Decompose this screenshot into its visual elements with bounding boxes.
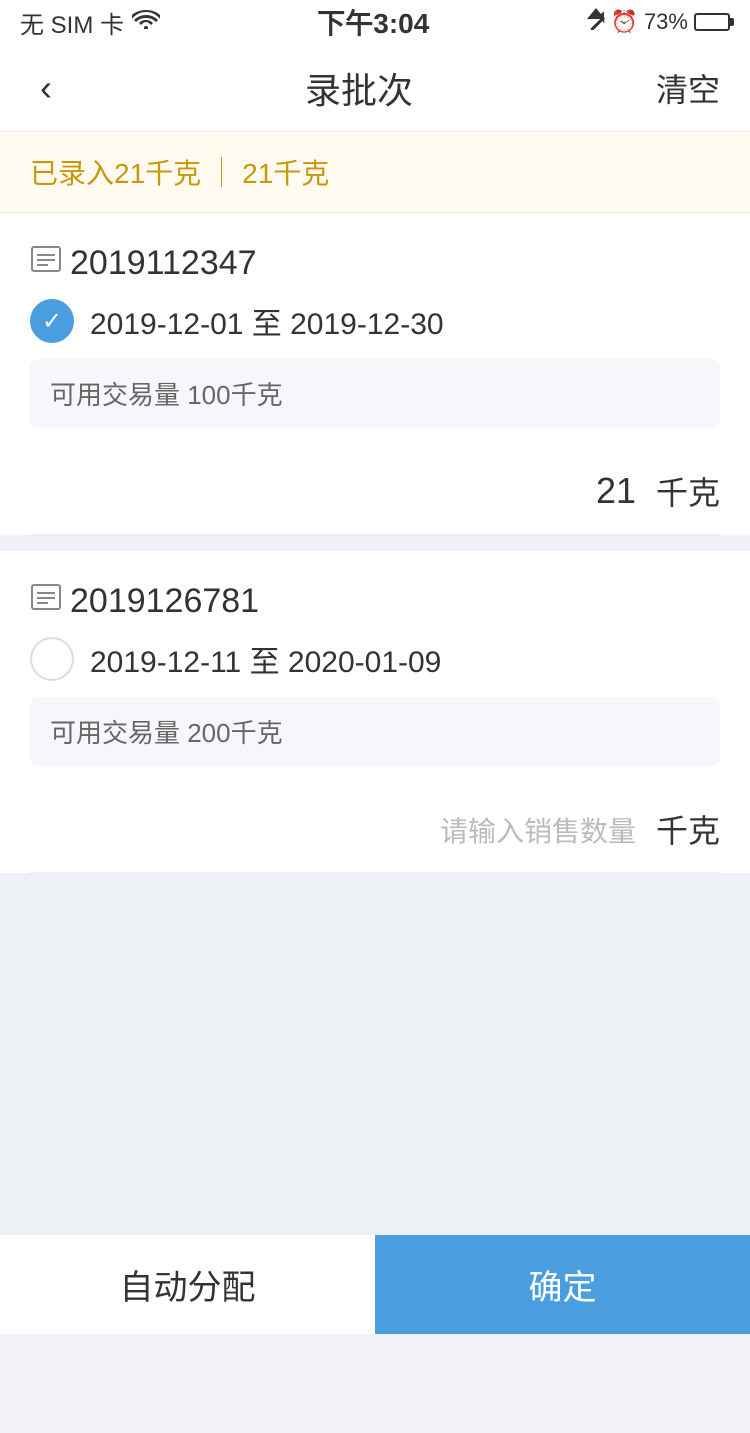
status-right: ⏰ 73%: [587, 8, 730, 36]
page-title: 录批次: [305, 62, 413, 114]
batch-2-available-qty: 可用交易量 200千克: [30, 697, 720, 766]
status-bar: 无 SIM 卡 下午3:04 ⏰ 73%: [0, 0, 750, 44]
batch-1-date-row: ✓ 2019-12-01 至 2019-12-30: [30, 299, 720, 343]
batch-1-icon: [30, 243, 62, 283]
batch-1-unit: 千克: [656, 468, 720, 514]
location-icon: [587, 8, 605, 36]
batch-1-checkmark: ✓: [42, 307, 62, 336]
batch-1-quantity-input[interactable]: [436, 470, 636, 512]
nav-bar: ‹ 录批次 清空: [0, 44, 750, 132]
batch-1-available-qty: 可用交易量 100千克: [30, 359, 720, 428]
alarm-icon: ⏰: [611, 9, 638, 35]
battery-percent: 73%: [644, 9, 688, 35]
batch-2-quantity-input[interactable]: [436, 808, 636, 850]
banner-divider: [221, 157, 222, 187]
batch-2-date-range: 2019-12-11 至 2020-01-09: [90, 637, 441, 681]
batch-1-radio[interactable]: ✓: [30, 299, 74, 343]
status-left: 无 SIM 卡: [20, 5, 160, 40]
recorded-label: 已录入21千克: [30, 152, 201, 192]
batch-2-header: 2019126781: [30, 581, 720, 621]
battery-icon: [694, 13, 730, 31]
batch-2-radio[interactable]: [30, 637, 74, 681]
batch-card-2: 2019126781 2019-12-11 至 2020-01-09 可用交易量…: [0, 551, 750, 873]
batch-2-icon: [30, 581, 62, 621]
batch-2-quantity-row: 千克: [30, 786, 720, 873]
confirm-button[interactable]: 确定: [375, 1235, 750, 1334]
batch-1-quantity-row: 千克: [30, 448, 720, 535]
clear-button[interactable]: 清空: [656, 65, 720, 111]
batch-2-id: 2019126781: [70, 582, 259, 621]
auto-distribute-button[interactable]: 自动分配: [0, 1235, 375, 1334]
wifi-icon: [132, 8, 160, 36]
batch-2-unit: 千克: [656, 806, 720, 852]
batch-1-id: 2019112347: [70, 244, 257, 283]
section-divider-1: [0, 535, 750, 551]
carrier-text: 无 SIM 卡: [20, 5, 124, 40]
bottom-bar: 自动分配 确定: [0, 1234, 750, 1334]
batch-1-date-range: 2019-12-01 至 2019-12-30: [90, 299, 444, 343]
info-banner: 已录入21千克 21千克: [0, 132, 750, 213]
back-button[interactable]: ‹: [30, 57, 62, 119]
recorded-value: 21千克: [242, 152, 329, 192]
batch-2-date-row: 2019-12-11 至 2020-01-09: [30, 637, 720, 681]
batch-card-1: 2019112347 ✓ 2019-12-01 至 2019-12-30 可用交…: [0, 213, 750, 535]
time-display: 下午3:04: [317, 2, 429, 42]
batch-1-header: 2019112347: [30, 243, 720, 283]
